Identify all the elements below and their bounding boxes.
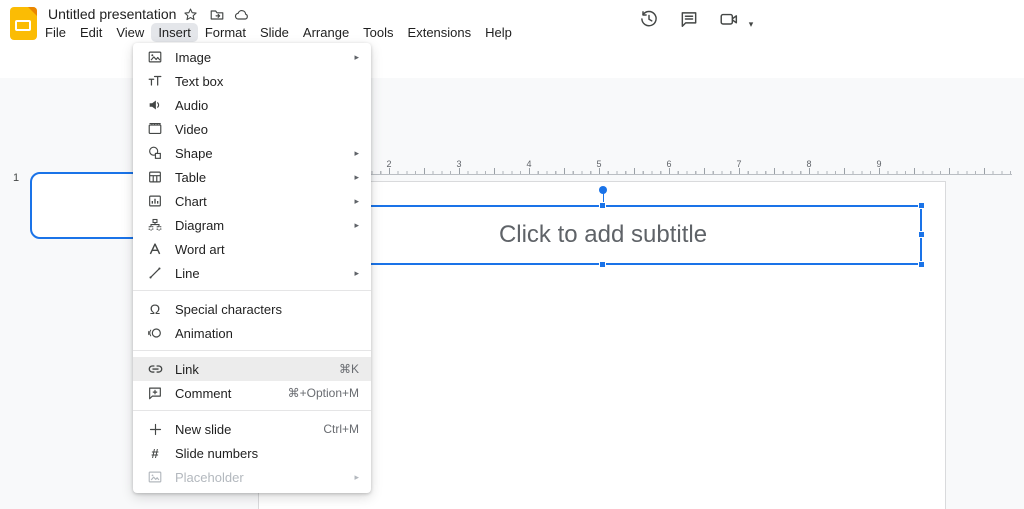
- shortcut-label: ⌘K: [339, 362, 359, 376]
- resize-handle-top-right[interactable]: [918, 202, 925, 209]
- comment-plus-icon: [146, 384, 164, 402]
- menu-item-text-box[interactable]: Text box: [133, 69, 371, 93]
- shape-icon: [146, 144, 164, 162]
- version-history-icon[interactable]: [638, 8, 660, 30]
- menu-tools[interactable]: Tools: [356, 23, 400, 42]
- link-icon: [146, 360, 164, 378]
- menu-slide[interactable]: Slide: [253, 23, 296, 42]
- menu-edit[interactable]: Edit: [73, 23, 109, 42]
- hash-icon: #: [146, 444, 164, 462]
- menu-separator: [133, 290, 371, 291]
- menu-view[interactable]: View: [109, 23, 151, 42]
- menu-file[interactable]: File: [38, 23, 73, 42]
- document-title[interactable]: Untitled presentation: [48, 6, 176, 22]
- shortcut-label: ⌘+Option+M: [288, 386, 359, 400]
- plus-icon: [146, 420, 164, 438]
- audio-icon: [146, 96, 164, 114]
- submenu-arrow-icon: ▸: [354, 472, 359, 483]
- chart-icon: [146, 192, 164, 210]
- ruler-mark: 4: [526, 159, 531, 169]
- menu-bar: File Edit View Insert Format Slide Arran…: [38, 21, 519, 43]
- ruler-mark: 8: [806, 159, 811, 169]
- menu-item-diagram[interactable]: Diagram ▸: [133, 213, 371, 237]
- menu-item-comment[interactable]: Comment ⌘+Option+M: [133, 381, 371, 405]
- text-box-icon: [146, 72, 164, 90]
- placeholder-icon: [146, 468, 164, 486]
- menu-separator: [133, 350, 371, 351]
- submenu-arrow-icon: ▸: [354, 268, 359, 279]
- submenu-arrow-icon: ▸: [354, 148, 359, 159]
- menu-format[interactable]: Format: [198, 23, 253, 42]
- resize-handle-right[interactable]: [918, 231, 925, 238]
- menu-item-chart[interactable]: Chart ▸: [133, 189, 371, 213]
- ruler-mark: 3: [456, 159, 461, 169]
- menu-item-placeholder: Placeholder ▸: [133, 465, 371, 489]
- subtitle-placeholder-textbox[interactable]: Click to add subtitle: [284, 205, 922, 265]
- filmstrip-slide-number: 1: [13, 172, 19, 184]
- omega-icon: Ω: [146, 300, 164, 318]
- table-icon: [146, 168, 164, 186]
- menu-item-new-slide[interactable]: New slide Ctrl+M: [133, 417, 371, 441]
- menu-item-word-art[interactable]: Word art: [133, 237, 371, 261]
- ruler-mark: 6: [666, 159, 671, 169]
- menu-arrange[interactable]: Arrange: [296, 23, 356, 42]
- resize-handle-top[interactable]: [599, 202, 606, 209]
- menu-item-animation[interactable]: Animation: [133, 321, 371, 345]
- slides-logo-icon[interactable]: [10, 7, 37, 40]
- menu-separator: [133, 410, 371, 411]
- menu-item-link[interactable]: Link ⌘K: [133, 357, 371, 381]
- menu-insert[interactable]: Insert: [151, 23, 198, 42]
- insert-dropdown-menu: Image ▸ Text box Audio Video Shape: [133, 43, 371, 493]
- ruler-mark: 5: [596, 159, 601, 169]
- animation-icon: [146, 324, 164, 342]
- menu-item-video[interactable]: Video: [133, 117, 371, 141]
- menu-item-table[interactable]: Table ▸: [133, 165, 371, 189]
- resize-handle-bottom[interactable]: [599, 261, 606, 268]
- menu-item-image[interactable]: Image ▸: [133, 45, 371, 69]
- subtitle-placeholder-text[interactable]: Click to add subtitle: [499, 221, 707, 249]
- video-icon: [146, 120, 164, 138]
- shortcut-label: Ctrl+M: [323, 422, 359, 436]
- resize-handle-bottom-right[interactable]: [918, 261, 925, 268]
- menu-item-special-characters[interactable]: Ω Special characters: [133, 297, 371, 321]
- line-icon: [146, 264, 164, 282]
- image-icon: [146, 48, 164, 66]
- menu-item-audio[interactable]: Audio: [133, 93, 371, 117]
- ruler-mark: 2: [386, 159, 391, 169]
- submenu-arrow-icon: ▸: [354, 220, 359, 231]
- diagram-icon: [146, 216, 164, 234]
- menu-item-line[interactable]: Line ▸: [133, 261, 371, 285]
- meet-dropdown-icon[interactable]: ▾: [740, 13, 762, 35]
- google-slides-app: 1 2 3 4 5 6 7 8 9 Click to add subtitle: [0, 0, 1024, 509]
- ruler-mark: 7: [736, 159, 741, 169]
- slide-thumbnail[interactable]: [30, 172, 142, 239]
- menu-help[interactable]: Help: [478, 23, 519, 42]
- word-art-icon: [146, 240, 164, 258]
- rotation-handle[interactable]: [599, 186, 607, 194]
- ruler-mark: 9: [876, 159, 881, 169]
- meet-camera-icon[interactable]: [718, 8, 740, 30]
- menu-item-shape[interactable]: Shape ▸: [133, 141, 371, 165]
- submenu-arrow-icon: ▸: [354, 172, 359, 183]
- submenu-arrow-icon: ▸: [354, 52, 359, 63]
- menu-item-slide-numbers[interactable]: # Slide numbers: [133, 441, 371, 465]
- comment-history-icon[interactable]: [678, 8, 700, 30]
- submenu-arrow-icon: ▸: [354, 196, 359, 207]
- menu-extensions[interactable]: Extensions: [401, 23, 479, 42]
